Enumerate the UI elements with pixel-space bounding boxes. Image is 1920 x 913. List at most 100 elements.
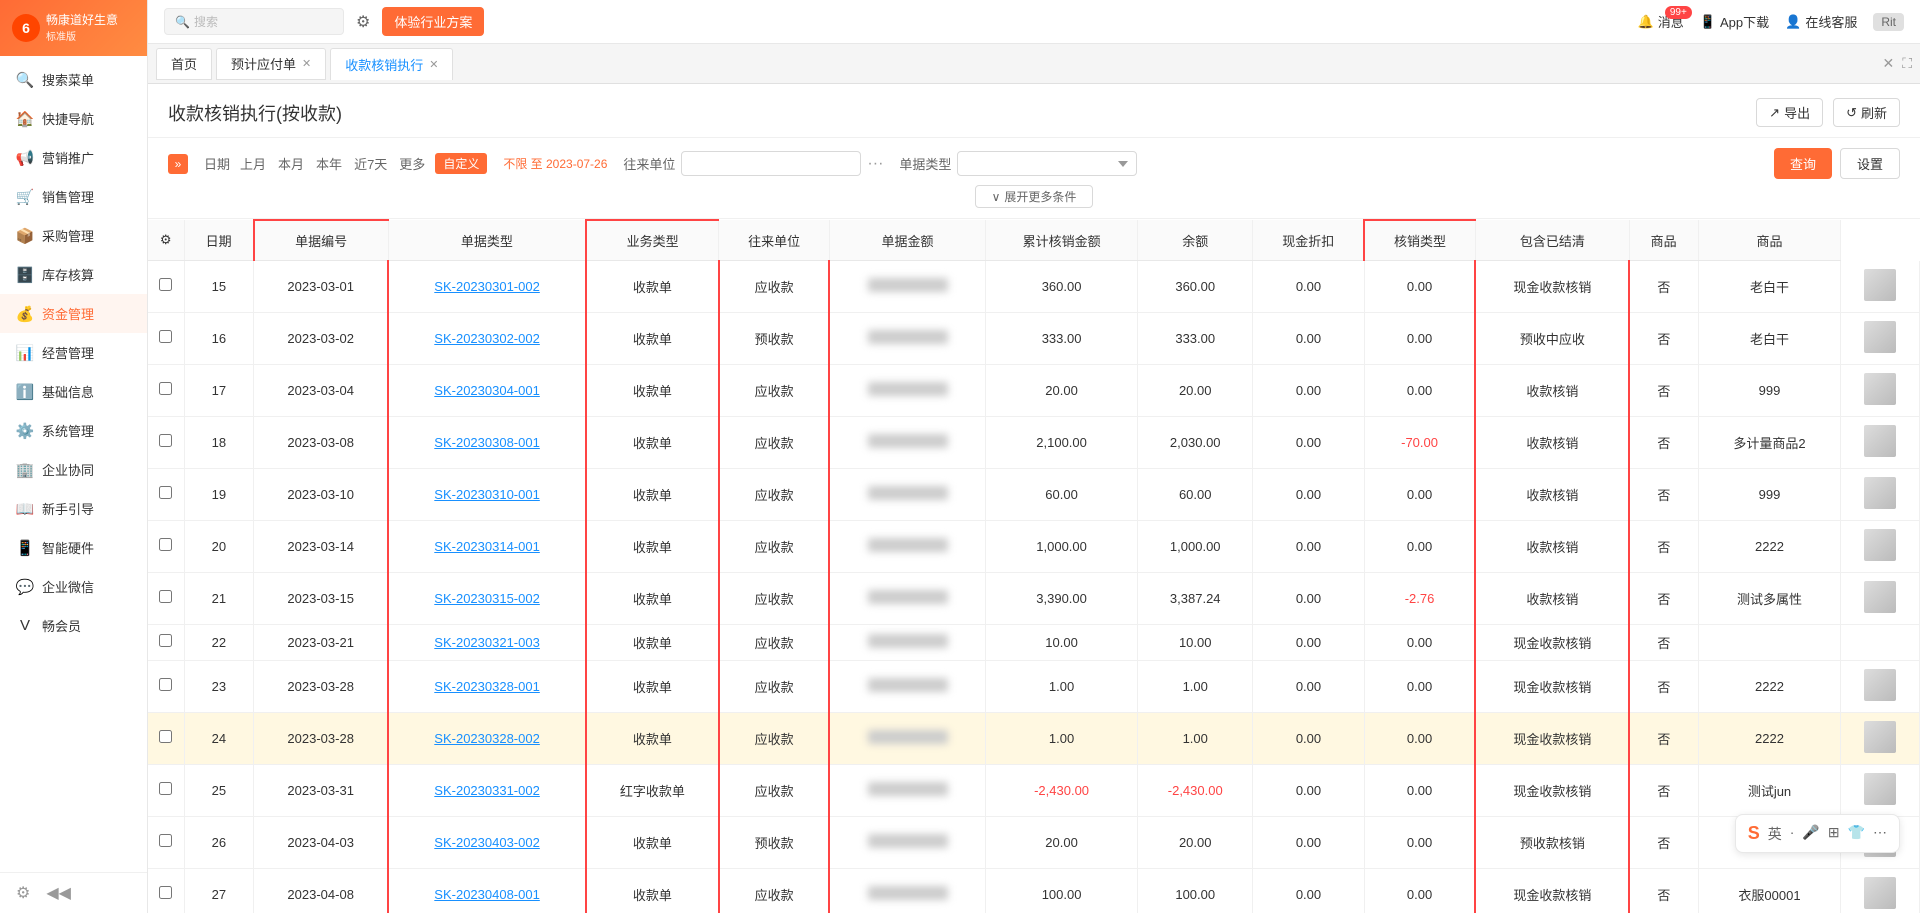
sidebar-item-basic[interactable]: ℹ️基础信息 [0,372,147,411]
refresh-button[interactable]: ↺ 刷新 [1833,98,1900,127]
export-button[interactable]: ↗ 导出 [1756,98,1823,127]
receipt-tab-label: 收款核销执行 [345,55,423,74]
row-checkbox[interactable] [159,834,172,847]
row-checkbox[interactable] [159,782,172,795]
row-checkbox[interactable] [159,538,172,551]
sidebar-item-marketing[interactable]: 📢营销推广 [0,138,147,177]
sidebar-item-purchase[interactable]: 📦采购管理 [0,216,147,255]
cell-bustype: 应收款 [719,364,830,416]
ime-grid-icon[interactable]: ⊞ [1828,824,1840,844]
notification-button[interactable]: 🔔 消息 99+ [1638,12,1684,31]
cell-settings[interactable] [148,868,184,913]
date-this-year-button[interactable]: 本年 [312,152,346,175]
singleno-link[interactable]: SK-20230301-002 [434,279,540,294]
date-7days-button[interactable]: 近7天 [350,152,391,175]
cell-settings[interactable] [148,624,184,660]
receipt-tab-close-icon[interactable]: ✕ [429,58,438,71]
sidebar-item-finance[interactable]: 💰资金管理 [0,294,147,333]
row-checkbox[interactable] [159,278,172,291]
col-settings[interactable]: ⚙ [148,220,184,261]
singleno-link[interactable]: SK-20230315-002 [434,591,540,606]
receipt-type-select[interactable] [957,151,1137,176]
singleno-link[interactable]: SK-20230328-002 [434,731,540,746]
sidebar-item-corp[interactable]: 🏢企业协同 [0,450,147,489]
cell-settings[interactable] [148,764,184,816]
singleno-link[interactable]: SK-20230302-002 [434,331,540,346]
user-avatar[interactable]: Rit [1873,13,1904,31]
tab-close-all-button[interactable]: ✕ [1882,55,1894,72]
tab-prepay[interactable]: 预计应付单 ✕ [216,48,326,80]
topbar-search[interactable]: 🔍 搜索 [164,8,344,35]
sidebar-item-hardware[interactable]: 📱智能硬件 [0,528,147,567]
cell-goods: 衣服00001 [1698,868,1841,913]
cell-settings[interactable] [148,312,184,364]
sidebar-item-wechat[interactable]: 💬企业微信 [0,567,147,606]
cell-settings[interactable] [148,364,184,416]
solution-button[interactable]: 体验行业方案 [382,7,484,36]
filter-settings-button[interactable]: 设置 [1840,148,1900,179]
row-checkbox[interactable] [159,382,172,395]
sidebar-item-member[interactable]: V畅会员 [0,606,147,645]
counterpart-input[interactable] [681,151,861,176]
row-checkbox[interactable] [159,886,172,899]
ime-mic-icon[interactable]: 🎤 [1802,824,1819,844]
ime-more-icon[interactable]: ⋯ [1873,824,1887,844]
sidebar-item-label-inventory: 库存核算 [42,265,94,284]
singleno-link[interactable]: SK-20230310-001 [434,487,540,502]
cell-settings[interactable] [148,261,184,313]
expand-more-button[interactable]: ∨ 展开更多条件 [975,185,1094,208]
cell-settings[interactable] [148,816,184,868]
cell-settings[interactable] [148,416,184,468]
cell-settings[interactable] [148,468,184,520]
row-checkbox[interactable] [159,486,172,499]
singleno-link[interactable]: SK-20230331-002 [434,783,540,798]
prepay-tab-close-icon[interactable]: ✕ [302,57,311,70]
row-checkbox[interactable] [159,634,172,647]
cell-goods-img [1841,712,1920,764]
filter-toggle-button[interactable]: » [168,154,188,174]
tab-fullscreen-button[interactable]: ⛶ [1902,55,1912,72]
tab-home[interactable]: 首页 [156,48,212,80]
ime-eng-icon[interactable]: 英 [1768,824,1782,844]
cell-settings[interactable] [148,520,184,572]
sidebar-item-operations[interactable]: 📊经营管理 [0,333,147,372]
singleno-link[interactable]: SK-20230321-003 [434,635,540,650]
singleno-link[interactable]: SK-20230304-001 [434,383,540,398]
tab-receipt[interactable]: 收款核销执行 ✕ [330,48,453,80]
sidebar-item-label-purchase: 采购管理 [42,226,94,245]
singleno-link[interactable]: SK-20230408-001 [434,887,540,902]
cell-settings[interactable] [148,712,184,764]
sidebar-item-system[interactable]: ⚙️系统管理 [0,411,147,450]
date-this-month-button[interactable]: 本月 [274,152,308,175]
sidebar-item-guide[interactable]: 📖新手引导 [0,489,147,528]
cell-counterpart [829,764,985,816]
app-download-button[interactable]: 📱 App下载 [1700,12,1769,31]
row-checkbox[interactable] [159,590,172,603]
date-custom-button[interactable]: 自定义 [435,153,487,174]
date-filter-group: 日期 上月 本月 本年 近7天 更多 自定义 [204,152,487,175]
singleno-link[interactable]: SK-20230403-002 [434,835,540,850]
sidebar-settings-icon[interactable]: ⚙ [16,883,30,903]
date-last-month-button[interactable]: 上月 [236,152,270,175]
singleno-link[interactable]: SK-20230314-001 [434,539,540,554]
row-checkbox[interactable] [159,434,172,447]
topbar-gear-icon[interactable]: ⚙ [356,12,370,32]
cell-amount: 10.00 [986,624,1138,660]
row-checkbox[interactable] [159,678,172,691]
sidebar-item-search[interactable]: 🔍搜索菜单 [0,60,147,99]
query-button[interactable]: 查询 [1774,148,1832,179]
online-service-button[interactable]: 👤 在线客服 [1785,12,1857,31]
row-checkbox[interactable] [159,730,172,743]
sidebar-item-sales[interactable]: 🛒销售管理 [0,177,147,216]
date-more-button[interactable]: 更多 [395,152,429,175]
table-wrap[interactable]: ⚙ 日期 单据编号 单据类型 业务类型 往来单位 单据金额 累计核销金额 余额 … [148,219,1920,913]
cell-settings[interactable] [148,660,184,712]
cell-settings[interactable] [148,572,184,624]
singleno-link[interactable]: SK-20230308-001 [434,435,540,450]
sidebar-item-inventory[interactable]: 🗄️库存核算 [0,255,147,294]
singleno-link[interactable]: SK-20230328-001 [434,679,540,694]
sidebar-collapse-icon[interactable]: ◀◀ [46,883,71,903]
ime-shirt-icon[interactable]: 👕 [1848,824,1865,844]
sidebar-item-quick[interactable]: 🏠快捷导航 [0,99,147,138]
row-checkbox[interactable] [159,330,172,343]
